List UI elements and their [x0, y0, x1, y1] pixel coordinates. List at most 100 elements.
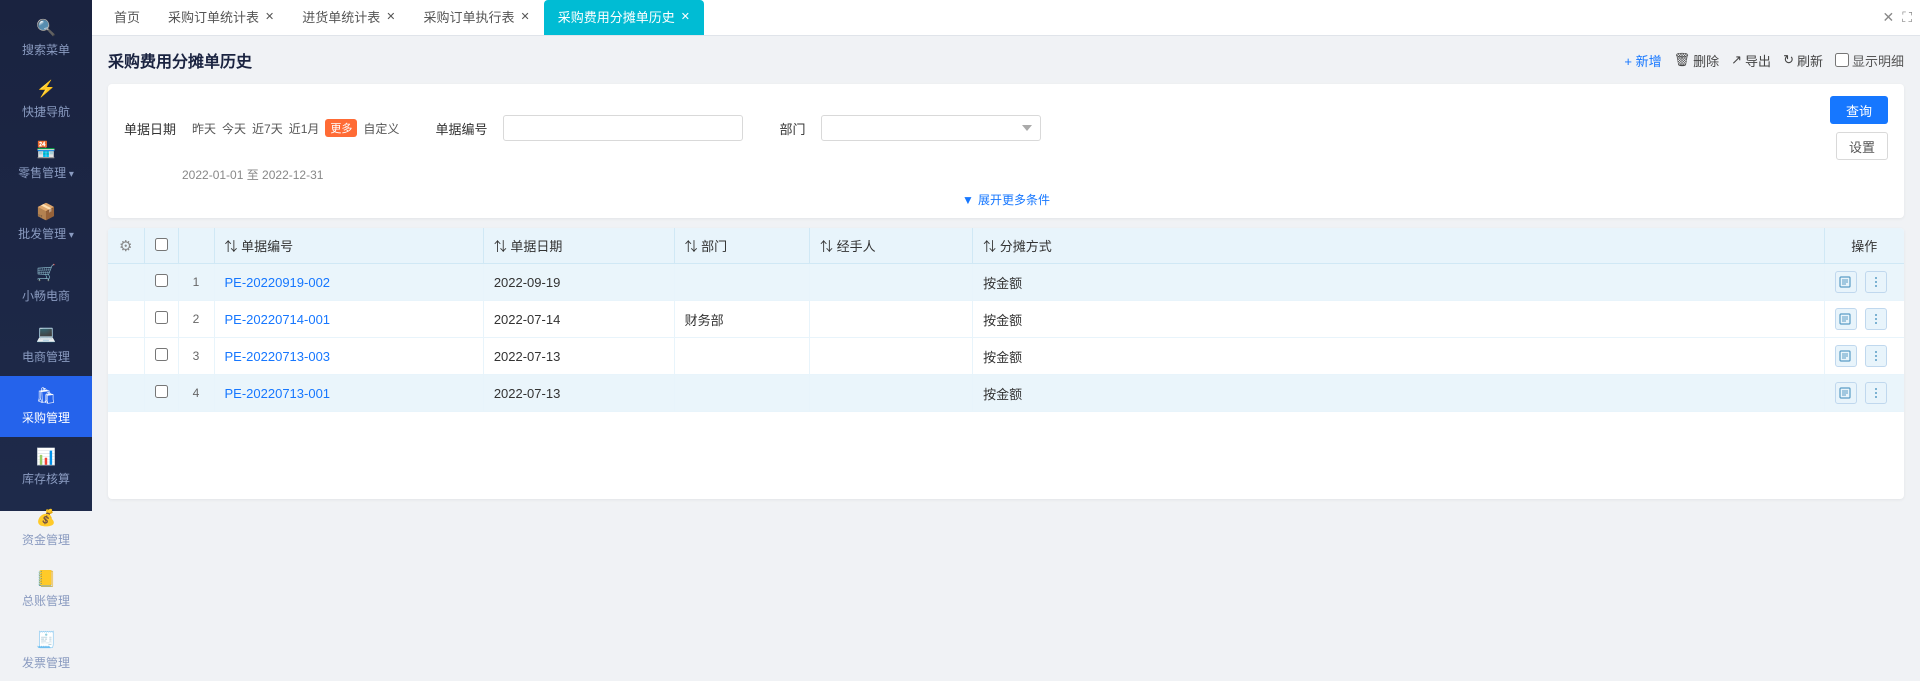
sort-date[interactable]: ⇅ 单据日期: [494, 236, 563, 255]
sidebar-item-quick[interactable]: ⚡快捷导航: [0, 69, 92, 130]
td-bill-no-0: PE-20220919-002: [214, 264, 483, 301]
delete-icon: 🗑: [1674, 52, 1691, 68]
td-date-1: 2022-07-14: [483, 301, 674, 338]
sidebar-item-accounting[interactable]: 📒总账管理: [0, 559, 92, 620]
td-handler-1: [809, 301, 972, 338]
export-button[interactable]: ↗ 导出: [1731, 51, 1771, 70]
tab-goods-stats[interactable]: 进货单统计表 ✕: [288, 0, 409, 35]
sort-handler[interactable]: ⇅ 经手人: [820, 236, 876, 255]
wholesale-label: 批发管理: [18, 227, 66, 241]
tab-purchase-order-exec[interactable]: 采购订单执行表✕: [409, 0, 543, 35]
table-header: ⚙ ⇅ 单据编号 ⇅ 单据日期 ⇅ 部门: [108, 228, 1904, 264]
fullscreen-icon[interactable]: ⛶: [1902, 9, 1912, 26]
shortcut-1month[interactable]: 近1月: [289, 120, 320, 137]
sort-split-method[interactable]: ⇅ 分摊方式: [983, 236, 1052, 255]
tab-label-goods-stats: 进货单统计表: [302, 7, 380, 26]
op-more-3[interactable]: [1865, 382, 1887, 404]
page-title: 采购费用分摊单历史: [108, 48, 252, 72]
td-bill-no-3: PE-20220713-001: [214, 375, 483, 412]
sidebar-item-purchase[interactable]: 🛍采购管理: [0, 376, 92, 437]
show-detail-toggle[interactable]: 显示明细: [1835, 51, 1904, 70]
tab-purchase-cost-hist[interactable]: 采购费用分摊单历史✕: [544, 0, 704, 35]
tab-close-goods-stats[interactable]: ✕: [386, 10, 395, 23]
td-check-2: [144, 338, 178, 375]
invoice-label: 发票管理: [22, 656, 70, 670]
row-checkbox-3[interactable]: [155, 385, 168, 398]
bill-no-link-0[interactable]: PE-20220919-002: [225, 275, 331, 290]
tab-purchase-order-stats[interactable]: 采购订单统计表✕: [154, 0, 288, 35]
bill-no-input[interactable]: [503, 115, 743, 141]
sidebar-item-finance[interactable]: 💰资金管理: [0, 498, 92, 559]
sidebar-item-search[interactable]: 🔍搜索菜单: [0, 8, 92, 69]
filter-area: 单据日期 昨天 今天 近7天 近1月 更多 自定义 单据编号 部门: [108, 84, 1904, 218]
sort-dept[interactable]: ⇅ 部门: [685, 236, 728, 255]
dept-select[interactable]: [821, 115, 1041, 141]
op-more-1[interactable]: [1865, 308, 1887, 330]
bill-no-label: 单据编号: [435, 119, 487, 138]
shortcut-yesterday[interactable]: 昨天: [192, 120, 216, 137]
row-checkbox-1[interactable]: [155, 311, 168, 324]
col-header-handler: ⇅ 经手人: [809, 228, 972, 264]
shortcut-7days[interactable]: 近7天: [252, 120, 283, 137]
td-ops-2: [1824, 338, 1904, 375]
sort-bill-no[interactable]: ⇅ 单据编号: [225, 236, 294, 255]
col-header-ops: 操作: [1824, 228, 1904, 264]
xiaopang-icon: 🛒: [4, 263, 88, 285]
td-settings-1: [108, 301, 144, 338]
sidebar-item-ecommerce[interactable]: 💻电商管理: [0, 314, 92, 375]
tab-close-purchase-order-stats[interactable]: ✕: [265, 10, 274, 23]
td-bill-no-2: PE-20220713-003: [214, 338, 483, 375]
bill-no-link-1[interactable]: PE-20220714-001: [225, 312, 331, 327]
td-handler-0: [809, 264, 972, 301]
shortcut-more[interactable]: 更多: [325, 119, 357, 137]
sidebar-item-xiaopang[interactable]: 🛒小畅电商: [0, 253, 92, 314]
sidebar-item-invoice[interactable]: 🧾发票管理: [0, 620, 92, 681]
td-date-3: 2022-07-13: [483, 375, 674, 412]
toolbar: + 新增 🗑 删除 ↗ 导出 ↻ 刷新 显示明细: [1624, 51, 1904, 70]
td-num-2: 3: [178, 338, 214, 375]
op-view-2[interactable]: [1835, 345, 1857, 367]
td-check-0: [144, 264, 178, 301]
op-more-2[interactable]: [1865, 345, 1887, 367]
tab-close-purchase-order-exec[interactable]: ✕: [521, 10, 530, 23]
td-handler-2: [809, 338, 972, 375]
close-window-icon[interactable]: ✕: [1882, 9, 1894, 26]
td-ops-0: [1824, 264, 1904, 301]
col-header-date: ⇅ 单据日期: [483, 228, 674, 264]
tab-close-purchase-cost-hist[interactable]: ✕: [681, 10, 690, 23]
op-more-0[interactable]: [1865, 271, 1887, 293]
sidebar-item-wholesale[interactable]: 📦批发管理 ▾: [0, 192, 92, 253]
quick-icon: ⚡: [4, 79, 88, 101]
show-detail-checkbox[interactable]: [1835, 53, 1849, 67]
column-settings-icon[interactable]: ⚙: [119, 238, 132, 255]
op-view-0[interactable]: [1835, 271, 1857, 293]
tab-home[interactable]: 首页: [100, 0, 154, 35]
td-split-1: 按金额: [973, 301, 1824, 338]
op-view-3[interactable]: [1835, 382, 1857, 404]
td-dept-2: [674, 338, 809, 375]
select-all-checkbox[interactable]: [155, 238, 168, 251]
delete-button[interactable]: 🗑 删除: [1674, 51, 1720, 70]
retail-icon: 🏪: [4, 140, 88, 162]
content-area: 采购费用分摊单历史 + 新增 🗑 删除 ↗ 导出 ↻ 刷新 显示明细: [92, 36, 1920, 511]
td-dept-0: [674, 264, 809, 301]
settings-button[interactable]: 设置: [1836, 132, 1888, 160]
add-button[interactable]: + 新增: [1624, 51, 1661, 70]
sidebar-item-retail[interactable]: 🏪零售管理 ▾: [0, 130, 92, 191]
table-body: 1 PE-20220919-002 2022-09-19 按金额: [108, 264, 1904, 412]
op-view-1[interactable]: [1835, 308, 1857, 330]
sidebar-item-inventory[interactable]: 📊库存核算: [0, 437, 92, 498]
col-header-dept: ⇅ 部门: [674, 228, 809, 264]
td-check-3: [144, 375, 178, 412]
tab-bar: 首页采购订单统计表✕进货单统计表✕采购订单执行表✕采购费用分摊单历史✕ ✕ ⛶: [92, 0, 1920, 36]
row-checkbox-2[interactable]: [155, 348, 168, 361]
shortcut-today[interactable]: 今天: [222, 120, 246, 137]
inventory-icon: 📊: [4, 447, 88, 469]
bill-no-link-3[interactable]: PE-20220713-001: [225, 386, 331, 401]
row-checkbox-0[interactable]: [155, 274, 168, 287]
expand-more-button[interactable]: ▼ 展开更多条件: [124, 187, 1888, 210]
shortcut-custom[interactable]: 自定义: [363, 120, 399, 137]
bill-no-link-2[interactable]: PE-20220713-003: [225, 349, 331, 364]
refresh-button[interactable]: ↻ 刷新: [1783, 51, 1823, 70]
query-button[interactable]: 查询: [1830, 96, 1888, 124]
